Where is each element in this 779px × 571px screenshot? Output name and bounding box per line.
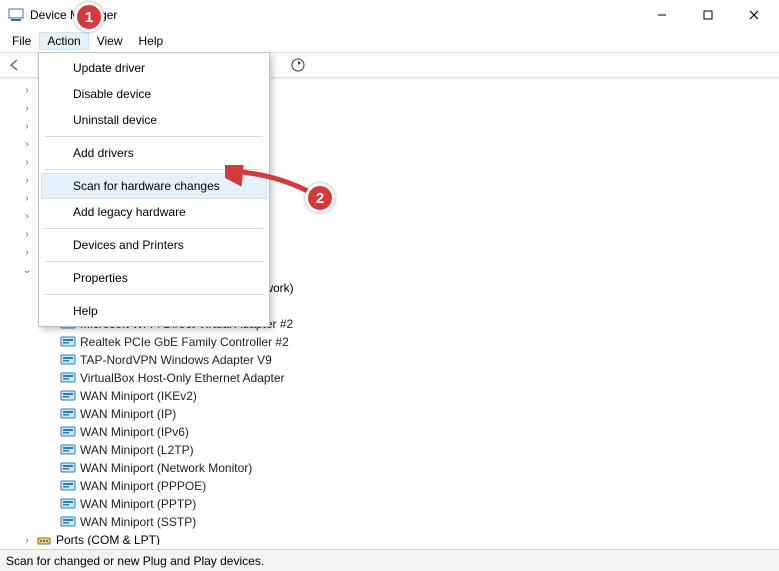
action-dropdown: Update driver Disable device Uninstall d… xyxy=(38,52,270,327)
menu-separator xyxy=(45,136,263,137)
tree-item-label[interactable]: TAP-NordVPN Windows Adapter V9 xyxy=(80,353,272,367)
expand-chevron-icon[interactable]: › xyxy=(20,535,34,546)
menu-properties[interactable]: Properties xyxy=(41,265,267,291)
expand-chevron-icon[interactable]: › xyxy=(20,193,34,204)
scan-hardware-icon[interactable] xyxy=(287,54,309,76)
tree-item[interactable]: WAN Miniport (SSTP) xyxy=(6,513,773,531)
tree-item[interactable]: WAN Miniport (IP) xyxy=(6,405,773,423)
network-adapter-icon xyxy=(60,424,76,440)
expand-chevron-icon[interactable]: › xyxy=(20,229,34,240)
tree-category-ports[interactable]: › Ports (COM & LPT) xyxy=(6,531,773,545)
tree-item-label[interactable]: WAN Miniport (SSTP) xyxy=(80,515,196,529)
menu-bar: File Action View Help xyxy=(0,30,779,52)
tree-item[interactable]: TAP-NordVPN Windows Adapter V9 xyxy=(6,351,773,369)
close-button[interactable] xyxy=(731,0,777,30)
menu-uninstall-device[interactable]: Uninstall device xyxy=(41,107,267,133)
app-icon xyxy=(8,7,24,23)
title-bar: Device Manager xyxy=(0,0,779,30)
network-adapter-icon xyxy=(60,388,76,404)
expand-chevron-icon[interactable]: › xyxy=(20,211,34,222)
expand-chevron-icon[interactable]: › xyxy=(20,175,34,186)
tree-item[interactable]: WAN Miniport (PPTP) xyxy=(6,495,773,513)
menu-action[interactable]: Action xyxy=(39,32,88,50)
network-adapter-icon xyxy=(60,442,76,458)
menu-disable-device[interactable]: Disable device xyxy=(41,81,267,107)
menu-separator xyxy=(45,261,263,262)
network-adapter-icon xyxy=(60,460,76,476)
network-adapter-icon xyxy=(60,496,76,512)
tree-item-label[interactable]: Realtek PCIe GbE Family Controller #2 xyxy=(80,335,289,349)
expand-chevron-icon[interactable]: › xyxy=(20,121,34,132)
tree-item[interactable]: WAN Miniport (PPPOE) xyxy=(6,477,773,495)
menu-update-driver[interactable]: Update driver xyxy=(41,55,267,81)
menu-separator xyxy=(45,228,263,229)
tree-item[interactable]: VirtualBox Host-Only Ethernet Adapter xyxy=(6,369,773,387)
status-text: Scan for changed or new Plug and Play de… xyxy=(6,554,264,568)
annotation-badge-1: 1 xyxy=(74,2,104,32)
expand-chevron-icon[interactable]: › xyxy=(20,247,34,258)
tree-item-label[interactable]: WAN Miniport (PPTP) xyxy=(80,497,196,511)
collapse-chevron-icon[interactable]: ⌄ xyxy=(20,265,34,276)
ports-icon xyxy=(36,532,52,545)
menu-help-item[interactable]: Help xyxy=(41,298,267,324)
tree-item-label[interactable]: WAN Miniport (IP) xyxy=(80,407,176,421)
expand-chevron-icon[interactable]: › xyxy=(20,157,34,168)
tree-item[interactable]: WAN Miniport (L2TP) xyxy=(6,441,773,459)
tree-item[interactable]: WAN Miniport (IKEv2) xyxy=(6,387,773,405)
maximize-button[interactable] xyxy=(685,0,731,30)
network-adapter-icon xyxy=(60,406,76,422)
tree-item[interactable]: WAN Miniport (IPv6) xyxy=(6,423,773,441)
tree-category-label[interactable]: Ports (COM & LPT) xyxy=(56,533,160,545)
back-icon[interactable] xyxy=(4,54,26,76)
menu-add-drivers[interactable]: Add drivers xyxy=(41,140,267,166)
menu-separator xyxy=(45,294,263,295)
tree-item-label[interactable]: WAN Miniport (IPv6) xyxy=(80,425,189,439)
tree-item-label[interactable]: WAN Miniport (L2TP) xyxy=(80,443,194,457)
network-adapter-icon xyxy=(60,514,76,530)
expand-chevron-icon[interactable]: › xyxy=(20,103,34,114)
menu-file[interactable]: File xyxy=(4,32,39,50)
tree-item-label[interactable]: VirtualBox Host-Only Ethernet Adapter xyxy=(80,371,285,385)
minimize-button[interactable] xyxy=(639,0,685,30)
tree-item-label[interactable]: WAN Miniport (Network Monitor) xyxy=(80,461,252,475)
menu-separator xyxy=(45,169,263,170)
menu-scan-hardware[interactable]: Scan for hardware changes xyxy=(41,173,267,199)
menu-devices-printers[interactable]: Devices and Printers xyxy=(41,232,267,258)
expand-chevron-icon[interactable]: › xyxy=(20,139,34,150)
tree-item-label[interactable]: WAN Miniport (PPPOE) xyxy=(80,479,206,493)
menu-view[interactable]: View xyxy=(89,32,131,50)
tree-item[interactable]: Realtek PCIe GbE Family Controller #2 xyxy=(6,333,773,351)
tree-item-label[interactable]: WAN Miniport (IKEv2) xyxy=(80,389,197,403)
status-bar: Scan for changed or new Plug and Play de… xyxy=(0,549,779,571)
network-adapter-icon xyxy=(60,370,76,386)
network-adapter-icon xyxy=(60,478,76,494)
menu-add-legacy[interactable]: Add legacy hardware xyxy=(41,199,267,225)
expand-chevron-icon[interactable]: › xyxy=(20,85,34,96)
annotation-badge-2: 2 xyxy=(305,183,335,213)
network-adapter-icon xyxy=(60,334,76,350)
tree-item[interactable]: WAN Miniport (Network Monitor) xyxy=(6,459,773,477)
network-adapter-icon xyxy=(60,352,76,368)
menu-help[interactable]: Help xyxy=(131,32,172,50)
